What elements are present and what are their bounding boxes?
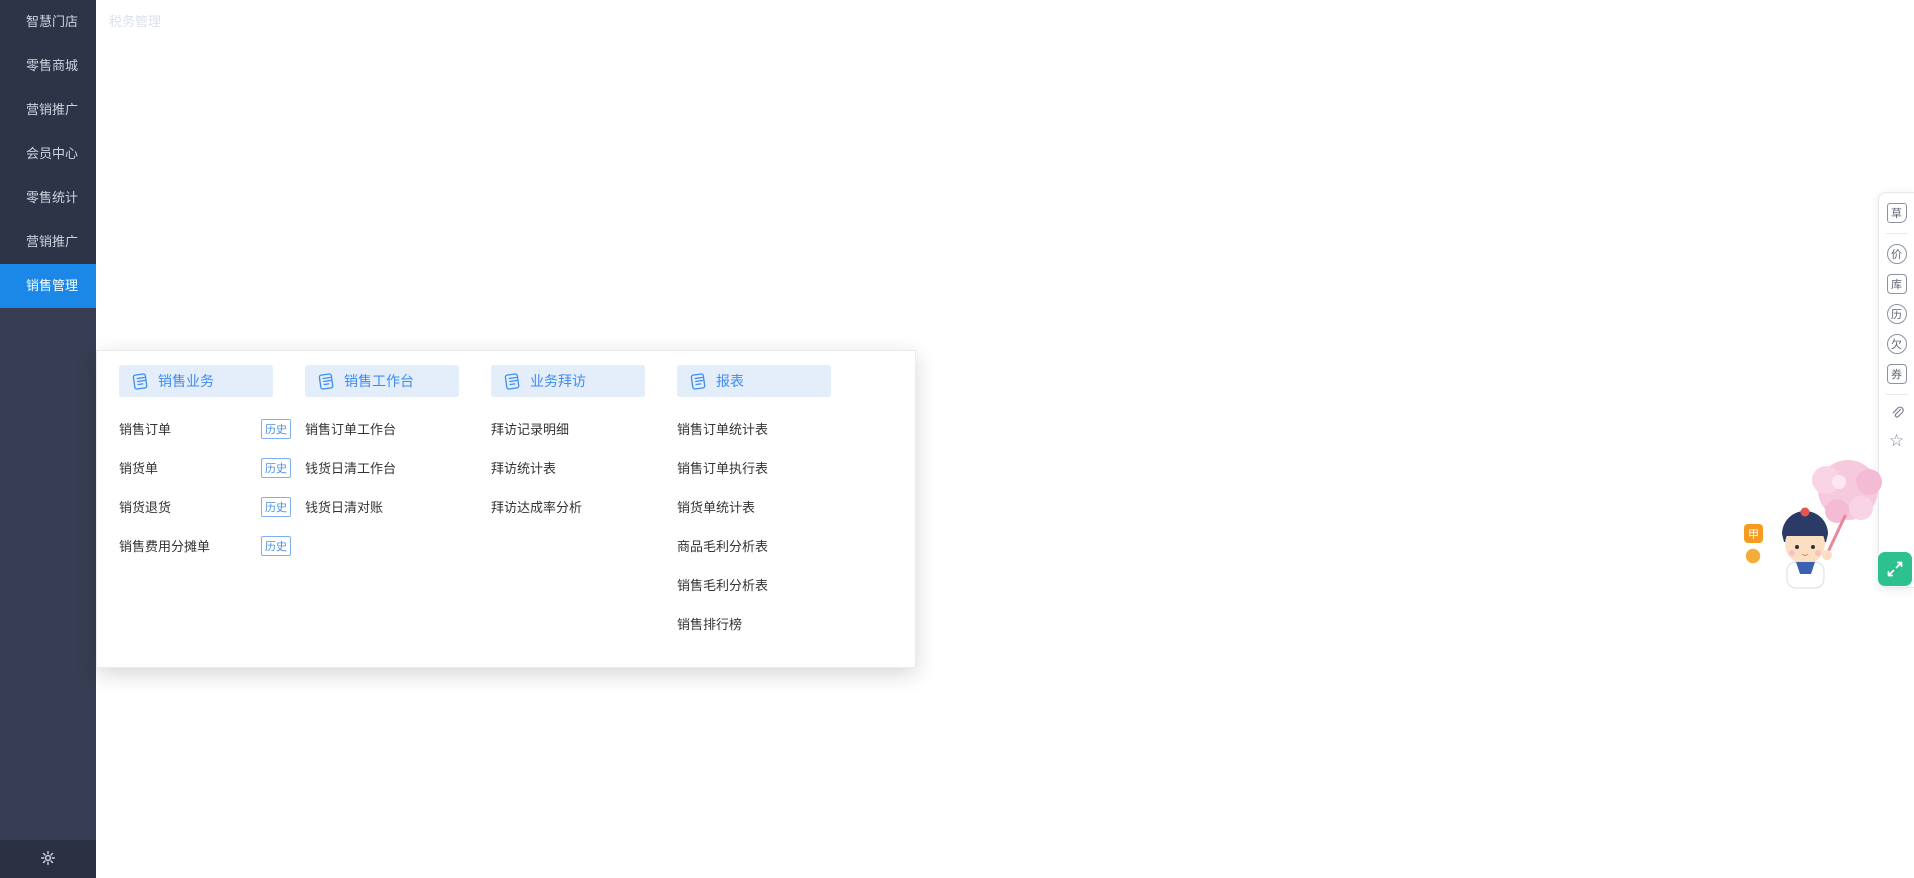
menu-section-items: 销售订单工作台 钱货日清工作台 钱货日清对账 — [305, 409, 487, 526]
sidebar-item-label: 税务管理 — [109, 14, 162, 29]
menu-section-title: 销售工作台 — [344, 373, 414, 389]
menu-section-header-业务拜访[interactable]: 业务拜访 — [491, 365, 645, 397]
sec-workbench-icon — [317, 372, 336, 391]
sidebar-menu: 搜索菜单快捷导航零售管理▲智慧门店零售商城营销推广会员中心零售统计批发管理▲营销… — [0, 0, 1914, 878]
menu-item-拜访记录明细[interactable]: 拜访记录明细 — [491, 409, 663, 448]
menu-item-拜访统计表[interactable]: 拜访统计表 — [491, 448, 663, 487]
svg-text:甲: 甲 — [1748, 529, 1759, 541]
menu-item-label: 销货退货 — [119, 500, 172, 515]
menu-section-title: 业务拜访 — [530, 373, 586, 389]
sec-report-icon — [689, 372, 708, 391]
app-root: 搜索菜单快捷导航零售管理▲智慧门店零售商城营销推广会员中心零售统计批发管理▲营销… — [0, 0, 1914, 878]
divider — [1885, 394, 1908, 395]
sidebar-item-label: 营销推广 — [26, 234, 79, 249]
expand-mascot-button[interactable] — [1878, 552, 1912, 586]
sidebar-item-零售商城[interactable]: 零售商城 — [0, 44, 96, 88]
menu-item-label: 销售订单 — [119, 422, 172, 437]
menu-section-items: 拜访记录明细 拜访统计表拜访达成率分析 — [491, 409, 673, 526]
sidebar-item-智慧门店[interactable]: 智慧门店 — [0, 0, 96, 44]
menu-item-销货退货[interactable]: 销货退货 历史 — [119, 487, 291, 526]
sidebar-item-销售管理[interactable]: 销售管理 — [0, 264, 96, 308]
coupon-icon[interactable]: 券 — [1886, 364, 1907, 384]
menu-section-title: 销售业务 — [158, 373, 214, 389]
menu-item-label: 钱货日清工作台 — [305, 461, 397, 476]
menu-item-label: 拜访记录明细 — [491, 422, 570, 437]
sales-menu-popup: 销售业务 销售订单 历史 销货单 历史 销货退货 历史 销售费用分摊单 历史 销售工作台 销售订单工… — [96, 350, 916, 668]
menu-item-label: 销售毛利分析表 — [677, 578, 769, 593]
history-badge[interactable]: 历史 — [261, 496, 291, 517]
stock-icon[interactable]: 库 — [1886, 274, 1907, 294]
menu-item-销货单[interactable]: 销货单 历史 — [119, 448, 291, 487]
menu-item-label: 销货单 — [119, 461, 159, 476]
sec-business-icon — [131, 372, 150, 391]
menu-item-销售排行榜[interactable]: 销售排行榜 — [677, 604, 849, 643]
menu-item-label: 销售订单执行表 — [677, 461, 769, 476]
sidebar-item-营销推广[interactable]: 营销推广 — [0, 88, 96, 132]
sidebar-item-label: 零售商城 — [26, 58, 79, 73]
menu-item-销售毛利分析表[interactable]: 销售毛利分析表 — [677, 565, 849, 604]
menu-item-销售订单执行表[interactable]: 销售订单执行表 — [677, 448, 849, 487]
menu-item-label: 拜访统计表 — [491, 461, 557, 476]
menu-item-label: 销售费用分摊单 — [119, 539, 211, 554]
sec-visit-icon — [503, 372, 522, 391]
sidebar-item-会员中心[interactable]: 会员中心 — [0, 132, 96, 176]
menu-section-header-销售业务[interactable]: 销售业务 — [119, 365, 273, 397]
sidebar-item-label: 会员中心 — [26, 146, 79, 161]
sidebar-item-label: 营销推广 — [26, 102, 79, 117]
menu-item-label: 销售订单工作台 — [305, 422, 397, 437]
favorite-icon[interactable]: ☆ — [1889, 431, 1904, 451]
menu-item-钱货日清工作台[interactable]: 钱货日清工作台 — [305, 448, 477, 487]
sidebar-item-营销推广[interactable]: 营销推广 — [0, 220, 96, 264]
menu-item-label: 销售订单统计表 — [677, 422, 769, 437]
menu-item-销售费用分摊单[interactable]: 销售费用分摊单 历史 — [119, 526, 291, 565]
menu-item-label: 销售排行榜 — [677, 617, 743, 632]
divider — [1885, 233, 1908, 234]
price-icon[interactable]: 价 — [1886, 244, 1907, 264]
attachment-icon[interactable] — [1889, 405, 1905, 421]
menu-section-报表: 报表销售订单统计表 销售订单执行表 销货单统计表 商品毛利分析表 销售毛利分析表 销售排行… — [677, 365, 859, 643]
sidebar-item-label: 零售统计 — [26, 190, 79, 205]
menu-item-label: 销货单统计表 — [677, 500, 756, 515]
menu-section-items: 销售订单 历史 销货单 历史 销货退货 历史 销售费用分摊单 历史 — [119, 409, 301, 565]
menu-item-钱货日清对账[interactable]: 钱货日清对账 — [305, 487, 477, 526]
menu-section-items: 销售订单统计表 销售订单执行表 销货单统计表 商品毛利分析表 销售毛利分析表 销售排行榜 — [677, 409, 859, 643]
menu-section-title: 报表 — [716, 373, 744, 389]
history-badge[interactable]: 历史 — [261, 535, 291, 556]
menu-item-商品毛利分析表[interactable]: 商品毛利分析表 — [677, 526, 849, 565]
menu-item-销售订单[interactable]: 销售订单 历史 — [119, 409, 291, 448]
menu-item-label: 商品毛利分析表 — [677, 539, 769, 554]
history-badge[interactable]: 历史 — [261, 457, 291, 478]
menu-item-label: 拜访达成率分析 — [491, 500, 583, 515]
sidebar-settings-button[interactable] — [0, 840, 96, 878]
menu-item-销售订单工作台[interactable]: 销售订单工作台 — [305, 409, 477, 448]
history-icon[interactable]: 历 — [1886, 304, 1907, 324]
sidebar-item-零售统计[interactable]: 零售统计 — [0, 176, 96, 220]
sidebar: 搜索菜单快捷导航零售管理▲智慧门店零售商城营销推广会员中心零售统计批发管理▲营销… — [0, 0, 1914, 878]
sidebar-item-label: 智慧门店 — [26, 14, 79, 29]
sidebar-item-label: 销售管理 — [26, 278, 79, 293]
arrears-icon[interactable]: 欠 — [1886, 334, 1907, 354]
draft-icon[interactable]: 草 — [1886, 203, 1907, 223]
menu-section-销售工作台: 销售工作台销售订单工作台 钱货日清工作台 钱货日清对账 — [305, 365, 487, 526]
menu-item-拜访达成率分析[interactable]: 拜访达成率分析 — [491, 487, 663, 526]
menu-section-业务拜访: 业务拜访拜访记录明细 拜访统计表拜访达成率分析 — [491, 365, 673, 526]
menu-item-销售订单统计表[interactable]: 销售订单统计表 — [677, 409, 849, 448]
menu-section-header-报表[interactable]: 报表 — [677, 365, 831, 397]
history-badge[interactable]: 历史 — [261, 418, 291, 439]
menu-item-销货单统计表[interactable]: 销货单统计表 — [677, 487, 849, 526]
menu-item-label: 钱货日清对账 — [305, 500, 384, 515]
menu-section-header-销售工作台[interactable]: 销售工作台 — [305, 365, 459, 397]
menu-section-销售业务: 销售业务 销售订单 历史 销货单 历史 销货退货 历史 销售费用分摊单 历史 — [119, 365, 301, 565]
gear-icon — [40, 850, 56, 869]
